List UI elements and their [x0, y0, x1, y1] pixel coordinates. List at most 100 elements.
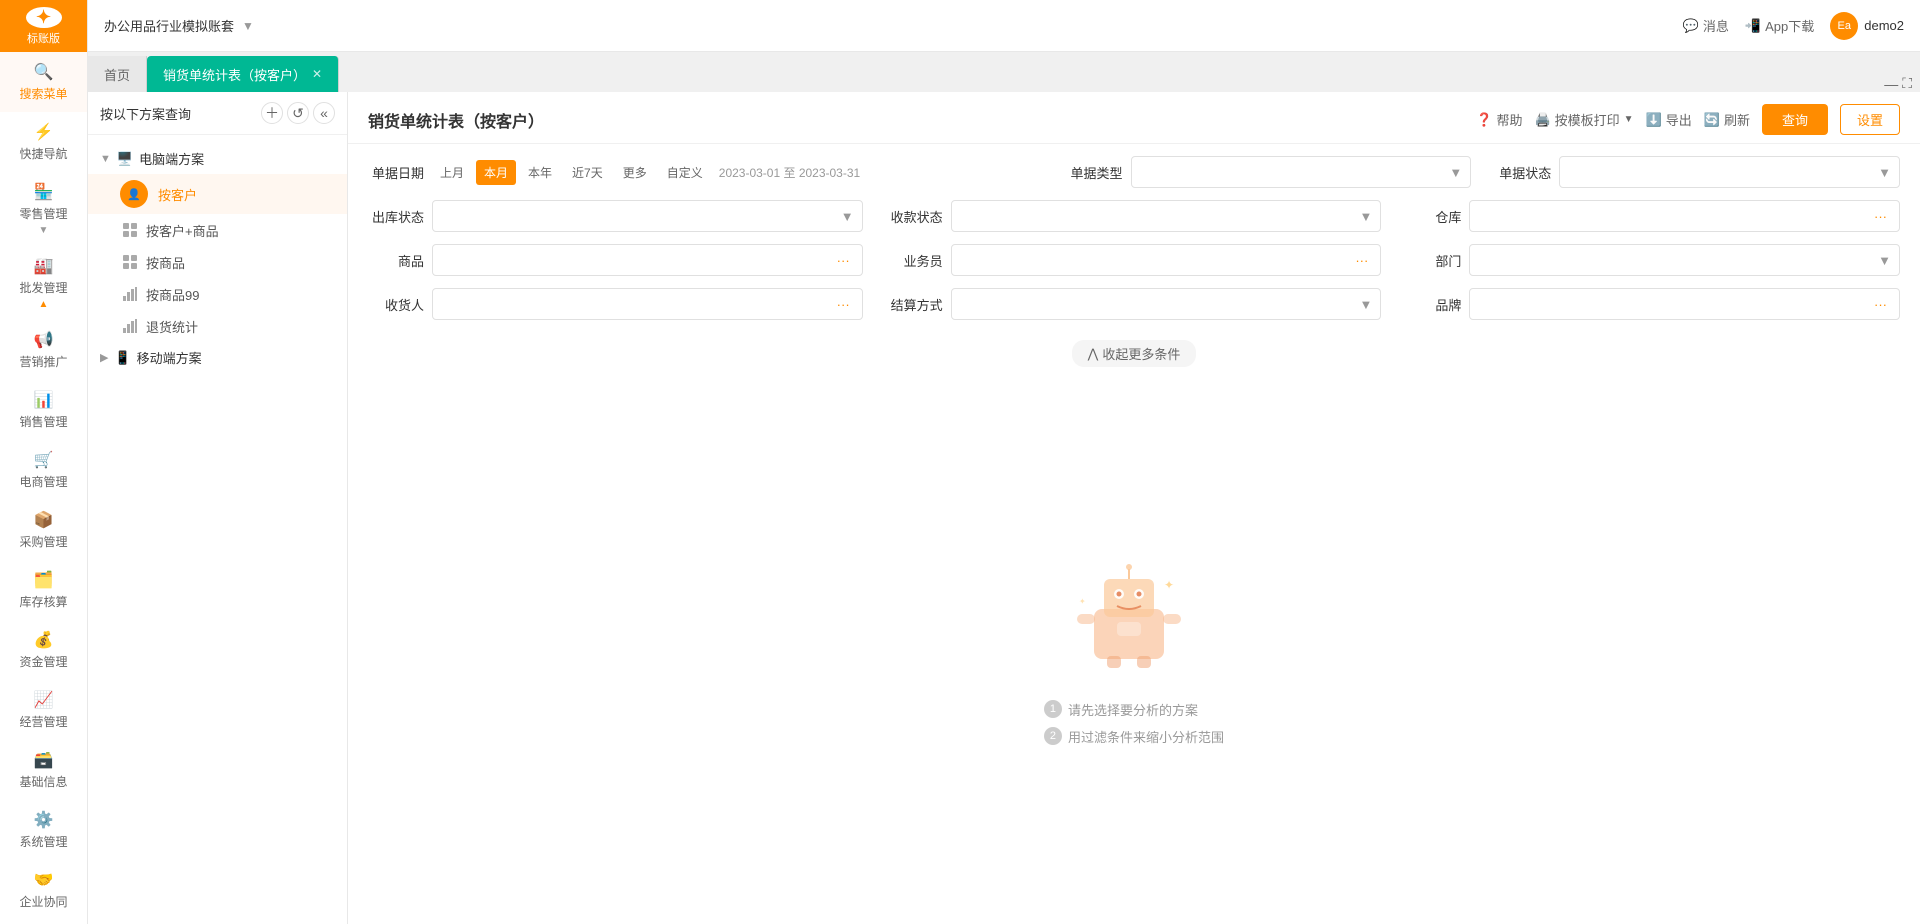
page-actions: ❓ 帮助 🖨️ 按模板打印 ▼ ⬇️ 导出 🔄 刷新 [1476, 104, 1900, 135]
sidebar-item-search[interactable]: 🔍 搜索菜单 [0, 52, 87, 112]
sidebar-item-finance[interactable]: 💰 资金管理 [0, 620, 87, 680]
scheme-item-by-goods[interactable]: 按商品 [88, 246, 347, 278]
page-header: 销货单统计表（按客户） ❓ 帮助 🖨️ 按模板打印 ▼ ⬇️ 导出 [348, 92, 1920, 144]
sidebar-item-marketing[interactable]: 📢 营销推广 [0, 320, 87, 380]
finance-icon: 💰 [34, 630, 54, 650]
dept-select[interactable]: ▼ [1469, 244, 1900, 276]
tab-maximize-btn[interactable]: ⛶ [1902, 75, 1912, 92]
sidebar-item-purchase[interactable]: 📦 采购管理 [0, 500, 87, 560]
scheme-add-btn[interactable]: ＋ [261, 102, 283, 124]
sidebar-item-wholesale[interactable]: 🏭 批发管理 ▲ [0, 246, 87, 320]
export-label: 导出 [1666, 110, 1692, 129]
goods-ellipsis[interactable]: ··· [833, 253, 854, 268]
basics-icon: 🗃️ [34, 750, 54, 770]
message-btn[interactable]: 💬 消息 [1683, 16, 1729, 35]
receipt-status-label: 收款状态 [887, 207, 943, 226]
scheme-group-pc-header[interactable]: ▼ 🖥️ 电脑端方案 [88, 143, 347, 174]
sidebar-item-quicknav[interactable]: ⚡ 快捷导航 [0, 112, 87, 172]
sidebar-item-quicknav-label: 快捷导航 [19, 145, 67, 162]
scheme-item-return-stat[interactable]: 退货统计 [88, 310, 347, 342]
settings-button[interactable]: 设置 [1840, 104, 1900, 135]
consignee-input[interactable]: ··· [432, 288, 863, 320]
scheme-item-by-customer[interactable]: 👤 按客户 [88, 174, 347, 214]
brand-label: 品牌 [1405, 295, 1461, 314]
query-button[interactable]: 查询 [1762, 104, 1828, 135]
sidebar-item-newuser[interactable]: 🌟 新手引导 [0, 920, 87, 924]
sidebar-item-sales[interactable]: 📊 销售管理 [0, 380, 87, 440]
sales-rep-input[interactable]: ··· [951, 244, 1382, 276]
marketing-icon: 📢 [34, 330, 54, 350]
empty-state: ✦ ✦ 1 请先选择要分析的方案 2 用过滤条件来缩小分析范围 [348, 383, 1920, 924]
tab-home[interactable]: 首页 [88, 56, 147, 92]
wholesale-expand-icon: ▲ [39, 299, 49, 310]
tab-close-btn[interactable]: ✕ [312, 67, 322, 81]
print-btn[interactable]: 🖨️ 按模板打印 ▼ [1534, 110, 1633, 129]
filter-area: 单据日期 上月 本月 本年 近7天 更多 自定义 2023-03-01 至 20… [348, 144, 1920, 383]
scheme-item-by-customer-goods[interactable]: 按客户+商品 [88, 214, 347, 246]
sidebar-item-system[interactable]: ⚙️ 系统管理 [0, 800, 87, 860]
date-btn-this-year[interactable]: 本年 [520, 160, 560, 185]
doc-type-arrow: ▼ [1449, 165, 1462, 180]
app-download-label: App下载 [1765, 16, 1814, 35]
refresh-btn[interactable]: 🔄 刷新 [1704, 110, 1750, 129]
scheme-collapse-btn[interactable]: « [313, 102, 335, 124]
sales-rep-ellipsis[interactable]: ··· [1351, 253, 1372, 268]
filter-row-3: 商品 ··· 业务员 ··· 部门 [368, 244, 1900, 276]
user-profile[interactable]: Ea demo2 [1830, 12, 1904, 40]
header-right: 💬 消息 📲 App下载 Ea demo2 [1683, 12, 1904, 40]
scheme-group-pc: ▼ 🖥️ 电脑端方案 👤 按客户 [88, 143, 347, 342]
tab-home-label: 首页 [104, 65, 130, 84]
date-btn-last-month[interactable]: 上月 [432, 160, 472, 185]
sidebar-item-enterprise-label: 企业协同 [19, 893, 67, 910]
sidebar-item-search-label: 搜索菜单 [19, 85, 67, 102]
tab-sales-stat[interactable]: 销货单统计表（按客户） ✕ [147, 56, 339, 92]
doc-type-select[interactable]: ▼ [1131, 156, 1472, 188]
scheme-item-by-goods-99[interactable]: 按商品99 [88, 278, 347, 310]
settle-method-select[interactable]: ▼ [951, 288, 1382, 320]
empty-illustration: ✦ ✦ [1069, 554, 1199, 684]
sidebar-item-enterprise[interactable]: 🤝 企业协同 [0, 860, 87, 920]
sidebar-item-operations[interactable]: 📈 经营管理 [0, 680, 87, 740]
date-btn-last-7-days[interactable]: 近7天 [564, 160, 611, 185]
filter-consignee-item: 收货人 ··· [368, 288, 863, 320]
date-btn-custom[interactable]: 自定义 [659, 160, 711, 185]
scheme-refresh-btn[interactable]: ↺ [287, 102, 309, 124]
sidebar-item-ecommerce[interactable]: 🛒 电商管理 [0, 440, 87, 500]
system-icon: ⚙️ [34, 810, 54, 830]
username-label: demo2 [1864, 18, 1904, 33]
retail-icon: 🏪 [34, 182, 54, 202]
scheme-panel: 按以下方案查询 ＋ ↺ « ▼ 🖥️ 电脑端方案 [88, 92, 348, 924]
message-icon: 💬 [1683, 18, 1699, 34]
brand-input[interactable]: ··· [1469, 288, 1900, 320]
app-download-btn[interactable]: 📲 App下载 [1745, 16, 1814, 35]
header-dropdown-icon[interactable]: ▼ [242, 19, 254, 33]
mobile-group-arrow: ▶ [100, 351, 108, 364]
date-btn-this-month[interactable]: 本月 [476, 160, 516, 185]
tab-actions: — ⛶ [1876, 75, 1920, 92]
brand-ellipsis[interactable]: ··· [1870, 297, 1891, 312]
date-btn-more[interactable]: 更多 [615, 160, 655, 185]
out-status-arrow: ▼ [841, 209, 854, 224]
consignee-ellipsis[interactable]: ··· [833, 297, 854, 312]
tab-minimize-btn[interactable]: — [1884, 76, 1898, 92]
scheme-group-mobile-header[interactable]: ▶ 📱 移动端方案 [88, 342, 347, 373]
dept-label: 部门 [1405, 251, 1461, 270]
warehouse-label: 仓库 [1405, 207, 1461, 226]
doc-status-select[interactable]: ▼ [1559, 156, 1900, 188]
sidebar-item-inventory[interactable]: 🗂️ 库存核算 [0, 560, 87, 620]
receipt-status-select[interactable]: ▼ [951, 200, 1382, 232]
retail-expand-icon: ▼ [39, 225, 49, 236]
refresh-icon: 🔄 [1704, 112, 1720, 128]
out-status-select[interactable]: ▼ [432, 200, 863, 232]
sidebar-item-sales-label: 销售管理 [19, 413, 67, 430]
collapse-more-btn[interactable]: ⋀ 收起更多条件 [1072, 340, 1197, 367]
by-goods-icon [120, 252, 140, 272]
filter-settle-method-item: 结算方式 ▼ [887, 288, 1382, 320]
warehouse-input[interactable]: ··· [1469, 200, 1900, 232]
warehouse-ellipsis[interactable]: ··· [1870, 209, 1891, 224]
sidebar-item-basics[interactable]: 🗃️ 基础信息 [0, 740, 87, 800]
export-btn[interactable]: ⬇️ 导出 [1646, 110, 1692, 129]
sidebar-item-retail[interactable]: 🏪 零售管理 ▼ [0, 172, 87, 246]
goods-input[interactable]: ··· [432, 244, 863, 276]
help-btn[interactable]: ❓ 帮助 [1476, 110, 1522, 129]
